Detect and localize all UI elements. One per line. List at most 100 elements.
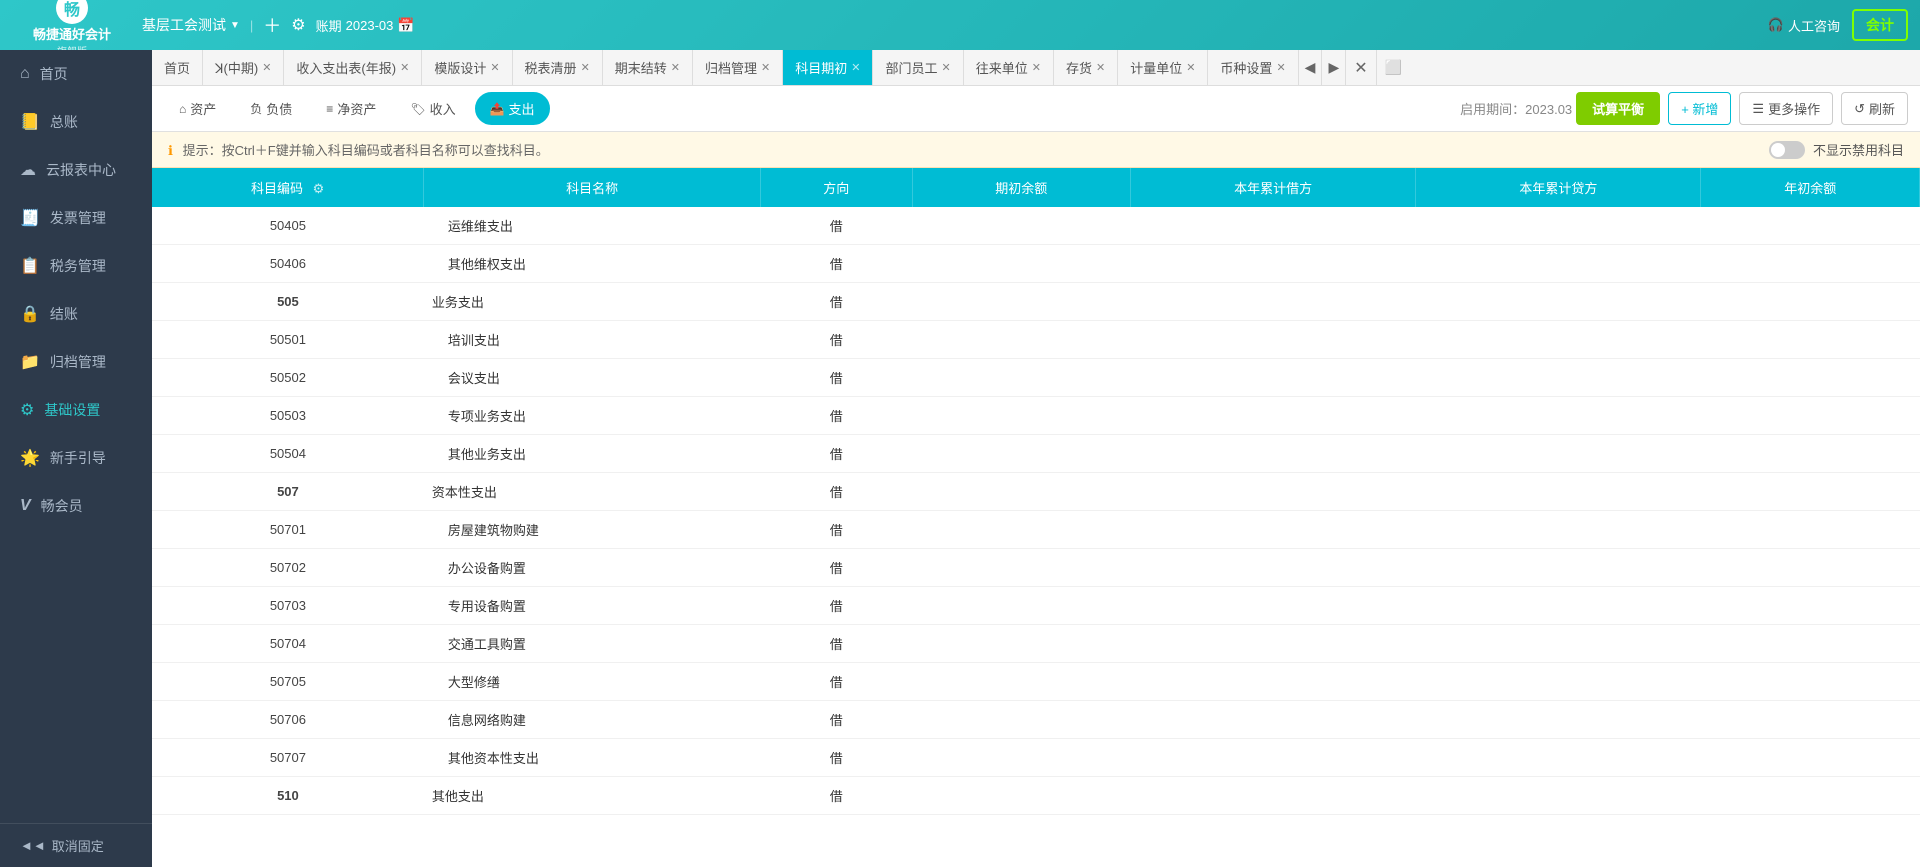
cell-code: 505 [152, 283, 424, 321]
more-button[interactable]: ☰ 更多操作 [1739, 92, 1833, 125]
sub-tab-expenditure-label: 支出 [509, 99, 535, 118]
table-row[interactable]: 50704 交通工具购置 借 [152, 625, 1920, 663]
tab-period-end-label: 期末结转 [615, 58, 667, 77]
sub-tab-liability[interactable]: 负 负债 [235, 92, 307, 125]
tab-tax-clear[interactable]: 税表清册 ✕ [513, 50, 603, 86]
table-row[interactable]: 505 业务支出 借 [152, 283, 1920, 321]
refresh-button[interactable]: ↺ 刷新 [1841, 92, 1908, 125]
sidebar-item-guide[interactable]: 🌟 新手引导 [0, 434, 152, 482]
tab-next-button[interactable]: ▶ [1322, 50, 1346, 86]
cell-year-start [1701, 473, 1920, 511]
cell-ytd-credit [1416, 321, 1701, 359]
tab-close-icon[interactable]: ✕ [400, 61, 409, 74]
cell-code: 50502 [152, 359, 424, 397]
tab-close-icon[interactable]: ✕ [942, 61, 951, 74]
customer-service-button[interactable]: 🎧 人工咨询 [1768, 16, 1840, 35]
table-row[interactable]: 50405 运维维支出 借 [152, 207, 1920, 245]
cell-opening-balance [912, 435, 1130, 473]
sidebar-item-settings[interactable]: ⚙ 基础设置 [0, 386, 152, 434]
cell-direction: 借 [760, 663, 912, 701]
tab-period-end[interactable]: 期末结转 ✕ [603, 50, 693, 86]
cell-ytd-debit [1131, 549, 1416, 587]
sub-tab-expenditure[interactable]: 📤 支出 [475, 92, 550, 125]
sub-tab-income[interactable]: 🏷 收入 [395, 92, 470, 125]
cell-direction: 借 [760, 435, 912, 473]
tab-prev-button[interactable]: ◀ [1299, 50, 1323, 86]
cell-code: 50701 [152, 511, 424, 549]
balance-button[interactable]: 试算平衡 [1576, 92, 1660, 125]
sub-tab-asset[interactable]: ⌂ 资产 [164, 92, 231, 125]
tab-inventory[interactable]: 存货 ✕ [1054, 50, 1118, 86]
cell-code: 50707 [152, 739, 424, 777]
main-area: 首页 ꓘ(中期) ✕ 收入支出表(年报) ✕ 模版设计 ✕ 税表清册 ✕ 期末结… [152, 50, 1920, 867]
sidebar-item-archive[interactable]: 📁 归档管理 [0, 338, 152, 386]
table-row[interactable]: 50703 专用设备购置 借 [152, 587, 1920, 625]
sidebar-item-invoice[interactable]: 🧾 发票管理 [0, 194, 152, 242]
disable-toggle[interactable] [1769, 141, 1805, 159]
sidebar-item-member[interactable]: V 畅会员 [0, 482, 152, 530]
tab-archive[interactable]: 归档管理 ✕ [693, 50, 783, 86]
tab-template[interactable]: 模版设计 ✕ [422, 50, 512, 86]
cell-year-start [1701, 663, 1920, 701]
tab-close-icon[interactable]: ✕ [581, 61, 590, 74]
table-row[interactable]: 50705 大型修缮 借 [152, 663, 1920, 701]
tab-close-icon[interactable]: ✕ [1186, 61, 1195, 74]
table-row[interactable]: 50406 其他维权支出 借 [152, 245, 1920, 283]
table-row[interactable]: 50501 培训支出 借 [152, 321, 1920, 359]
pin-label: 取消固定 [52, 836, 104, 855]
account-type-button[interactable]: 会计 [1852, 9, 1908, 41]
sidebar-item-close[interactable]: 🔒 结账 [0, 290, 152, 338]
table-row[interactable]: 50707 其他资本性支出 借 [152, 739, 1920, 777]
sidebar-item-reports[interactable]: ☁ 云报表中心 [0, 146, 152, 194]
tab-income[interactable]: 收入支出表(年报) ✕ [284, 50, 422, 86]
tab-close-icon[interactable]: ✕ [262, 61, 271, 74]
tab-balance-mid[interactable]: ꓘ(中期) ✕ [203, 50, 284, 86]
cell-name: 交通工具购置 [424, 625, 761, 663]
sidebar-item-home[interactable]: ⌂ 首页 [0, 50, 152, 98]
tab-close-icon[interactable]: ✕ [761, 61, 770, 74]
tab-close-all-button[interactable]: ✕ [1346, 50, 1376, 86]
cell-opening-balance [912, 663, 1130, 701]
table-row[interactable]: 50502 会议支出 借 [152, 359, 1920, 397]
sub-tab-net-asset[interactable]: ≡ 净资产 [311, 92, 391, 125]
tab-close-icon[interactable]: ✕ [1096, 61, 1105, 74]
calendar-icon[interactable]: 📅 [397, 17, 414, 34]
tab-close-icon[interactable]: ✕ [1032, 61, 1041, 74]
cell-direction: 借 [760, 587, 912, 625]
tab-measure[interactable]: 计量单位 ✕ [1118, 50, 1208, 86]
tab-home[interactable]: 首页 [152, 50, 203, 86]
cell-name: 大型修缮 [424, 663, 761, 701]
cell-name: 培训支出 [424, 321, 761, 359]
sidebar-item-label: 畅会员 [41, 496, 83, 516]
table-row[interactable]: 510 其他支出 借 [152, 777, 1920, 815]
company-selector[interactable]: 基层工会测试 ▼ [142, 15, 240, 35]
tab-close-icon[interactable]: ✕ [490, 61, 499, 74]
table-row[interactable]: 50701 房屋建筑物购建 借 [152, 511, 1920, 549]
settings-icon[interactable]: ⚙ [291, 15, 305, 35]
add-company-button[interactable]: ＋ [263, 12, 281, 38]
table-row[interactable]: 50706 信息网络购建 借 [152, 701, 1920, 739]
tab-close-icon[interactable]: ✕ [671, 61, 680, 74]
table-row[interactable]: 507 资本性支出 借 [152, 473, 1920, 511]
table-row[interactable]: 50702 办公设备购置 借 [152, 549, 1920, 587]
archive-icon: 📁 [20, 352, 40, 372]
table-row[interactable]: 50503 专项业务支出 借 [152, 397, 1920, 435]
cell-ytd-credit [1416, 701, 1701, 739]
cell-ytd-debit [1131, 587, 1416, 625]
cell-direction: 借 [760, 473, 912, 511]
add-button[interactable]: + 新增 [1668, 92, 1731, 125]
tab-expand-button[interactable]: ⬜ [1377, 50, 1410, 86]
sidebar-item-label: 基础设置 [44, 400, 100, 420]
tab-close-icon[interactable]: ✕ [851, 61, 860, 74]
tab-close-icon[interactable]: ✕ [1276, 61, 1285, 74]
table-row[interactable]: 50504 其他业务支出 借 [152, 435, 1920, 473]
col-settings-icon[interactable]: ⚙ [313, 181, 325, 197]
sidebar-item-tax[interactable]: 📋 税务管理 [0, 242, 152, 290]
tab-unit[interactable]: 往来单位 ✕ [964, 50, 1054, 86]
tab-dept[interactable]: 部门员工 ✕ [873, 50, 963, 86]
sidebar-item-ledger[interactable]: 📒 总账 [0, 98, 152, 146]
cloud-icon: ☁ [20, 160, 36, 180]
tab-subject-init[interactable]: 科目期初 ✕ [783, 50, 873, 86]
sidebar-pin-toggle[interactable]: ◄◄ 取消固定 [0, 823, 152, 867]
tab-currency[interactable]: 币种设置 ✕ [1208, 50, 1298, 86]
